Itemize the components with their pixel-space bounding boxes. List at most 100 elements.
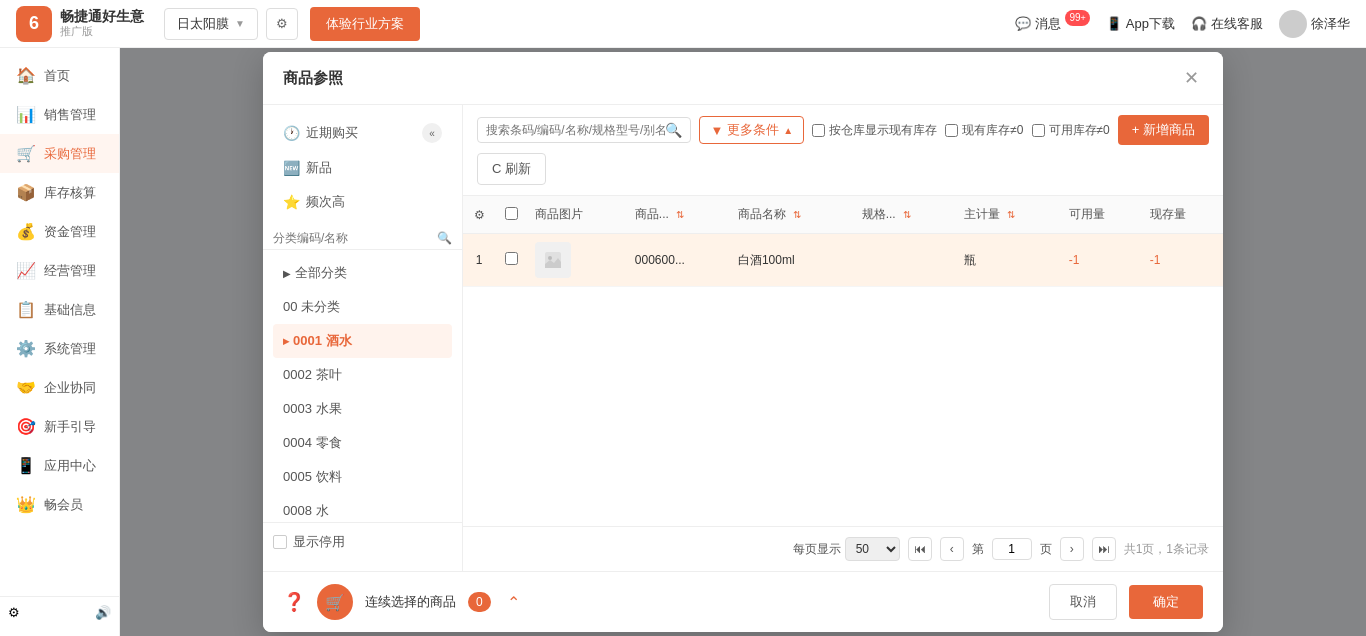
filter-available-label[interactable]: 可用库存≠0	[1032, 122, 1110, 139]
row-checkbox[interactable]	[505, 252, 518, 265]
sidebar-label-system: 系统管理	[44, 340, 96, 358]
sidebar-item-operation[interactable]: 📈 经营管理	[0, 251, 119, 290]
cart-button[interactable]: 🛒	[317, 584, 353, 620]
category-0004-label: 0004 零食	[283, 434, 342, 452]
row-checkbox-cell	[495, 234, 527, 287]
sidebar-item-guide[interactable]: 🎯 新手引导	[0, 407, 119, 446]
product-search-input[interactable]	[486, 123, 665, 137]
filter-warehouse-label[interactable]: 按仓库显示现有库存	[812, 122, 937, 139]
table-wrap: ⚙ 商品图片 商品... ⇅	[463, 196, 1223, 526]
category-0002-label: 0002 茶叶	[283, 366, 342, 384]
filter-available-checkbox[interactable]	[1032, 124, 1045, 137]
sort-unit-icon[interactable]: ⇅	[1007, 209, 1015, 220]
category-search-input[interactable]	[273, 231, 437, 245]
first-page-button[interactable]: ⏮	[908, 537, 932, 561]
modal-header: 商品参照 ✕	[263, 52, 1223, 105]
page-number-input[interactable]	[992, 538, 1032, 560]
sidebar-item-purchase[interactable]: 🛒 采购管理	[0, 134, 119, 173]
app-download-button[interactable]: 📱 App下载	[1106, 15, 1175, 33]
sidebar-label-cooperation: 企业协同	[44, 379, 96, 397]
left-search: 🔍	[263, 227, 462, 250]
filter-stock-checkbox[interactable]	[945, 124, 958, 137]
category-item-0005[interactable]: 0005 饮料	[273, 460, 452, 494]
sidebar-item-home[interactable]: 🏠 首页	[0, 56, 119, 95]
filter-warehouse-checkbox[interactable]	[812, 124, 825, 137]
add-product-button[interactable]: + 新增商品	[1118, 115, 1209, 145]
sidebar-item-inventory[interactable]: 📦 库存核算	[0, 173, 119, 212]
table-row[interactable]: 1	[463, 234, 1223, 287]
nav-dropdown[interactable]: 日太阳膜 ▼	[164, 8, 258, 40]
active-triangle-icon: ▶	[283, 337, 289, 346]
col-code: 商品... ⇅	[627, 196, 730, 234]
category-search-icon[interactable]: 🔍	[437, 231, 452, 245]
product-search-icon[interactable]: 🔍	[665, 122, 682, 138]
app-label: App下载	[1126, 15, 1175, 33]
refresh-button[interactable]: C 刷新	[477, 153, 546, 185]
settings-bottom-icon[interactable]: ⚙	[8, 605, 20, 620]
sort-spec-icon[interactable]: ⇅	[903, 209, 911, 220]
user-menu[interactable]: 徐泽华	[1279, 10, 1350, 38]
prev-page-button[interactable]: ‹	[940, 537, 964, 561]
sort-name-icon[interactable]: ⇅	[793, 209, 801, 220]
sidebar-item-finance[interactable]: 💰 资金管理	[0, 212, 119, 251]
volume-icon[interactable]: 🔊	[95, 605, 111, 620]
row-stock: -1	[1142, 234, 1223, 287]
clock-icon: 🕐	[283, 125, 300, 141]
per-page-dropdown[interactable]: 50 10 20 100	[845, 537, 900, 561]
page-label: 第	[972, 541, 984, 558]
left-nav-frequent[interactable]: ⭐ 频次高	[273, 185, 452, 219]
operation-icon: 📈	[16, 261, 36, 280]
headset-icon: 🎧	[1191, 16, 1207, 31]
customer-service-button[interactable]: 🎧 在线客服	[1191, 15, 1263, 33]
category-item-0003[interactable]: 0003 水果	[273, 392, 452, 426]
category-item-all[interactable]: ▶ 全部分类	[273, 256, 452, 290]
left-bottom: 显示停用	[263, 522, 462, 561]
select-all-checkbox[interactable]	[505, 207, 518, 220]
modal-close-button[interactable]: ✕	[1179, 66, 1203, 90]
category-0008-label: 0008 水	[283, 502, 329, 520]
category-all-label: 全部分类	[295, 264, 347, 282]
left-nav-new[interactable]: 🆕 新品	[273, 151, 452, 185]
sidebar-item-sales[interactable]: 📊 销售管理	[0, 95, 119, 134]
product-thumbnail	[535, 242, 571, 278]
right-panel: 🔍 ▼ 更多条件 ▲ 按仓库显示现有库存	[463, 105, 1223, 571]
col-code-label: 商品...	[635, 207, 669, 221]
sidebar-item-member[interactable]: 👑 畅会员	[0, 485, 119, 524]
sidebar-item-cooperation[interactable]: 🤝 企业协同	[0, 368, 119, 407]
col-unit: 主计量 ⇅	[956, 196, 1061, 234]
star-icon: ⭐	[283, 194, 300, 210]
apps-icon: 📱	[16, 456, 36, 475]
filter-warehouse-text: 按仓库显示现有库存	[829, 122, 937, 139]
help-icon[interactable]: ❓	[283, 591, 305, 613]
cancel-button[interactable]: 取消	[1049, 584, 1117, 620]
more-filter-button[interactable]: ▼ 更多条件 ▲	[699, 116, 804, 144]
filter-bar: 🔍 ▼ 更多条件 ▲ 按仓库显示现有库存	[463, 105, 1223, 196]
show-disabled-checkbox[interactable]	[273, 535, 287, 549]
collapse-button[interactable]: «	[422, 123, 442, 143]
filter-stock-label[interactable]: 现有库存≠0	[945, 122, 1023, 139]
frequent-label: 频次高	[306, 193, 345, 211]
last-page-button[interactable]: ⏭	[1092, 537, 1116, 561]
category-item-0004[interactable]: 0004 零食	[273, 426, 452, 460]
show-disabled-label[interactable]: 显示停用	[273, 533, 452, 551]
category-item-0002[interactable]: 0002 茶叶	[273, 358, 452, 392]
system-icon: ⚙️	[16, 339, 36, 358]
col-name-label: 商品名称	[738, 207, 786, 221]
sidebar-item-base[interactable]: 📋 基础信息	[0, 290, 119, 329]
collapse-footer-icon[interactable]: ⌃	[507, 593, 520, 612]
settings-button[interactable]: ⚙	[266, 8, 298, 40]
confirm-button[interactable]: 确定	[1129, 585, 1203, 619]
image-icon	[543, 250, 563, 270]
sort-code-icon[interactable]: ⇅	[676, 209, 684, 220]
next-page-button[interactable]: ›	[1060, 537, 1084, 561]
category-item-0008[interactable]: 0008 水	[273, 494, 452, 522]
sidebar-item-apps[interactable]: 📱 应用中心	[0, 446, 119, 485]
selected-count-badge: 0	[468, 592, 491, 612]
left-nav-recent[interactable]: 🕐 近期购买 «	[273, 115, 452, 151]
filter-icon: ▼	[710, 123, 723, 138]
try-button[interactable]: 体验行业方案	[310, 7, 420, 41]
messages-button[interactable]: 💬 消息 99	[1015, 15, 1089, 33]
category-item-0001[interactable]: ▶ 0001 酒水	[273, 324, 452, 358]
category-item-00[interactable]: 00 未分类	[273, 290, 452, 324]
sidebar-item-system[interactable]: ⚙️ 系统管理	[0, 329, 119, 368]
